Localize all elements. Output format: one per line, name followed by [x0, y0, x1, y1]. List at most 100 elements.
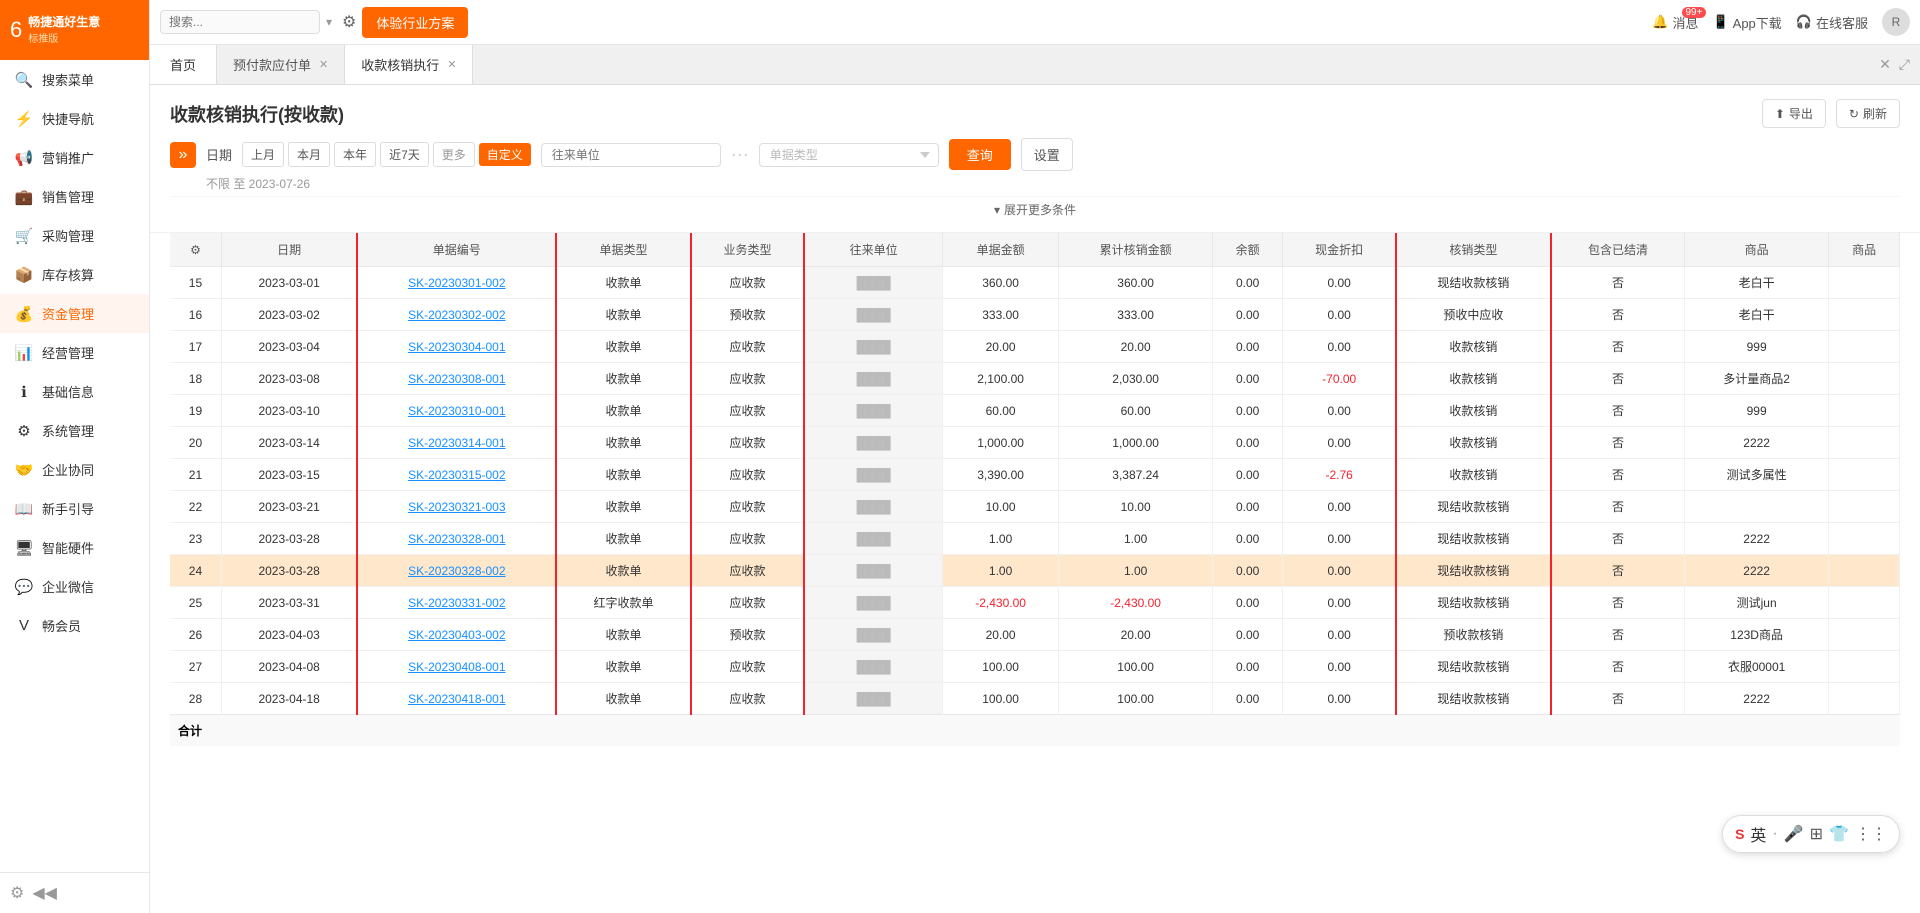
app-download-link[interactable]: 📱 App下载	[1712, 13, 1781, 32]
col-header-gear[interactable]: ⚙	[170, 233, 221, 267]
cell-docno[interactable]: SK-20230315-002	[357, 459, 556, 491]
export-button[interactable]: ⬆ 导出	[1762, 99, 1826, 128]
col-header-amount[interactable]: 单据金额	[942, 233, 1059, 267]
cell-amount: 20.00	[942, 331, 1059, 363]
cell-docno[interactable]: SK-20230304-001	[357, 331, 556, 363]
industry-solution-button[interactable]: 体验行业方案	[362, 7, 468, 38]
expand-more-conditions[interactable]: ▾ 展开更多条件	[170, 196, 1900, 222]
cell-docno[interactable]: SK-20230328-002	[357, 555, 556, 587]
tab-home[interactable]: 首页	[150, 45, 217, 84]
col-header-cashdiscount[interactable]: 现金折扣	[1283, 233, 1396, 267]
table-row: 15 2023-03-01 SK-20230301-002 收款单 应收款 ██…	[170, 267, 1900, 299]
sidebar-item-hardware[interactable]: 🖥 智能硬件	[0, 528, 149, 567]
cell-date: 2023-03-31	[221, 587, 357, 619]
ime-voice-icon[interactable]: 🎤	[1784, 824, 1804, 844]
sidebar-item-collab[interactable]: 🤝 企业协同	[0, 450, 149, 489]
col-header-product1[interactable]: 商品	[1685, 233, 1829, 267]
ime-english-icon[interactable]: 英	[1750, 822, 1766, 846]
sidebar-item-search[interactable]: 🔍 搜索菜单	[0, 60, 149, 99]
cell-product	[1685, 491, 1829, 523]
sogou-icon[interactable]: S	[1735, 826, 1744, 842]
col-header-balance[interactable]: 余额	[1212, 233, 1283, 267]
cell-cash-discount: 0.00	[1283, 555, 1396, 587]
col-header-date[interactable]: 日期	[221, 233, 357, 267]
col-header-vertype[interactable]: 核销类型	[1396, 233, 1551, 267]
sidebar-gear-icon[interactable]: ⚙	[10, 883, 24, 903]
cell-product: 999	[1685, 395, 1829, 427]
col-header-product2[interactable]: 商品	[1829, 233, 1900, 267]
collab-icon: 🤝	[14, 461, 34, 479]
date-this-month-btn[interactable]: 本月	[288, 142, 330, 167]
ime-more-icon[interactable]: ⋮⋮	[1855, 824, 1887, 844]
writeoff-tab-close[interactable]: ✕	[447, 58, 456, 71]
tab-writeoff[interactable]: 收款核销执行 ✕	[345, 45, 473, 84]
cell-docno[interactable]: SK-20230418-001	[357, 683, 556, 715]
sidebar-item-wechat[interactable]: 💬 企业微信	[0, 567, 149, 606]
sidebar-item-marketing[interactable]: 📢 营销推广	[0, 138, 149, 177]
col-header-counterparty[interactable]: 往来单位	[804, 233, 942, 267]
ime-toolbar: S 英 · 🎤 ⊞ 👕 ⋮⋮	[1722, 815, 1900, 853]
ime-shirt-icon[interactable]: 👕	[1829, 824, 1849, 844]
sidebar-item-member[interactable]: V 畅会员	[0, 606, 149, 645]
sidebar-item-finance[interactable]: 💰 资金管理	[0, 294, 149, 333]
doc-type-select[interactable]: 单据类型	[759, 143, 939, 167]
col-header-docno[interactable]: 单据编号	[357, 233, 556, 267]
cell-docno[interactable]: SK-20230331-002	[357, 587, 556, 619]
purchase-icon: 🛒	[14, 227, 34, 245]
date-more-btn[interactable]: 更多	[433, 142, 475, 167]
cell-docno[interactable]: SK-20230310-001	[357, 395, 556, 427]
topbar-dropdown-arrow[interactable]: ▾	[326, 15, 332, 29]
table-row: 18 2023-03-08 SK-20230308-001 收款单 应收款 ██…	[170, 363, 1900, 395]
online-service-link[interactable]: 🎧 在线客服	[1796, 13, 1868, 32]
date-prev-month-btn[interactable]: 上月	[242, 142, 284, 167]
counterparty-input[interactable]	[541, 143, 721, 167]
logo-icon: 6	[10, 17, 22, 43]
query-button[interactable]: 查询	[949, 139, 1011, 170]
col-header-writeoff[interactable]: 累计核销金额	[1059, 233, 1212, 267]
sidebar-item-sales[interactable]: 💼 销售管理	[0, 177, 149, 216]
date-7days-btn[interactable]: 近7天	[380, 142, 429, 167]
cell-docno[interactable]: SK-20230408-001	[357, 651, 556, 683]
cell-docno[interactable]: SK-20230301-002	[357, 267, 556, 299]
cell-product2	[1829, 331, 1900, 363]
sidebar-item-management[interactable]: 📊 经营管理	[0, 333, 149, 372]
sidebar-item-purchase[interactable]: 🛒 采购管理	[0, 216, 149, 255]
tab-prepayment[interactable]: 预付款应付单 ✕	[217, 45, 345, 84]
cell-docno[interactable]: SK-20230314-001	[357, 427, 556, 459]
setting-button[interactable]: 设置	[1021, 138, 1073, 171]
prepayment-tab-label: 预付款应付单	[233, 55, 311, 74]
cell-docno[interactable]: SK-20230308-001	[357, 363, 556, 395]
cell-docno[interactable]: SK-20230321-003	[357, 491, 556, 523]
ime-dot-icon[interactable]: ·	[1772, 825, 1777, 843]
maximize-icon[interactable]: ⤢	[1899, 56, 1910, 73]
prepayment-tab-close[interactable]: ✕	[319, 58, 328, 71]
table-row: 28 2023-04-18 SK-20230418-001 收款单 应收款 ██…	[170, 683, 1900, 715]
refresh-button[interactable]: ↻ 刷新	[1836, 99, 1900, 128]
cell-docno[interactable]: SK-20230302-002	[357, 299, 556, 331]
sidebar-item-quicknav[interactable]: ⚡ 快捷导航	[0, 99, 149, 138]
user-avatar[interactable]: R	[1882, 8, 1910, 36]
col-header-include-cleared[interactable]: 包含已结清	[1551, 233, 1685, 267]
sidebar-label-wechat: 企业微信	[42, 577, 94, 596]
cell-balance: 0.00	[1212, 427, 1283, 459]
cell-docno[interactable]: SK-20230328-001	[357, 523, 556, 555]
col-header-doctype[interactable]: 单据类型	[556, 233, 690, 267]
filter-expand-button[interactable]: »	[170, 142, 196, 168]
cell-docno[interactable]: SK-20230403-002	[357, 619, 556, 651]
sidebar-item-inventory[interactable]: 📦 库存核算	[0, 255, 149, 294]
date-custom-btn[interactable]: 自定义	[479, 143, 531, 166]
sidebar-collapse-icon[interactable]: ◀◀	[32, 883, 57, 903]
sidebar-item-guide[interactable]: 📖 新手引导	[0, 489, 149, 528]
sidebar-item-system[interactable]: ⚙ 系统管理	[0, 411, 149, 450]
col-header-biztype[interactable]: 业务类型	[691, 233, 805, 267]
cell-include-cleared: 否	[1551, 555, 1685, 587]
topbar-search-input[interactable]	[160, 10, 320, 34]
sidebar-item-basic[interactable]: ℹ 基础信息	[0, 372, 149, 411]
notification-button[interactable]: 🔔 消息 99+	[1652, 13, 1698, 32]
close-tab-icon[interactable]: ✕	[1879, 56, 1891, 73]
topbar-gear-icon[interactable]: ⚙	[342, 12, 356, 32]
table-footer-label: 合计	[170, 715, 1900, 747]
date-this-year-btn[interactable]: 本年	[334, 142, 376, 167]
ime-grid-icon[interactable]: ⊞	[1810, 824, 1823, 844]
cell-cash-discount: 0.00	[1283, 299, 1396, 331]
